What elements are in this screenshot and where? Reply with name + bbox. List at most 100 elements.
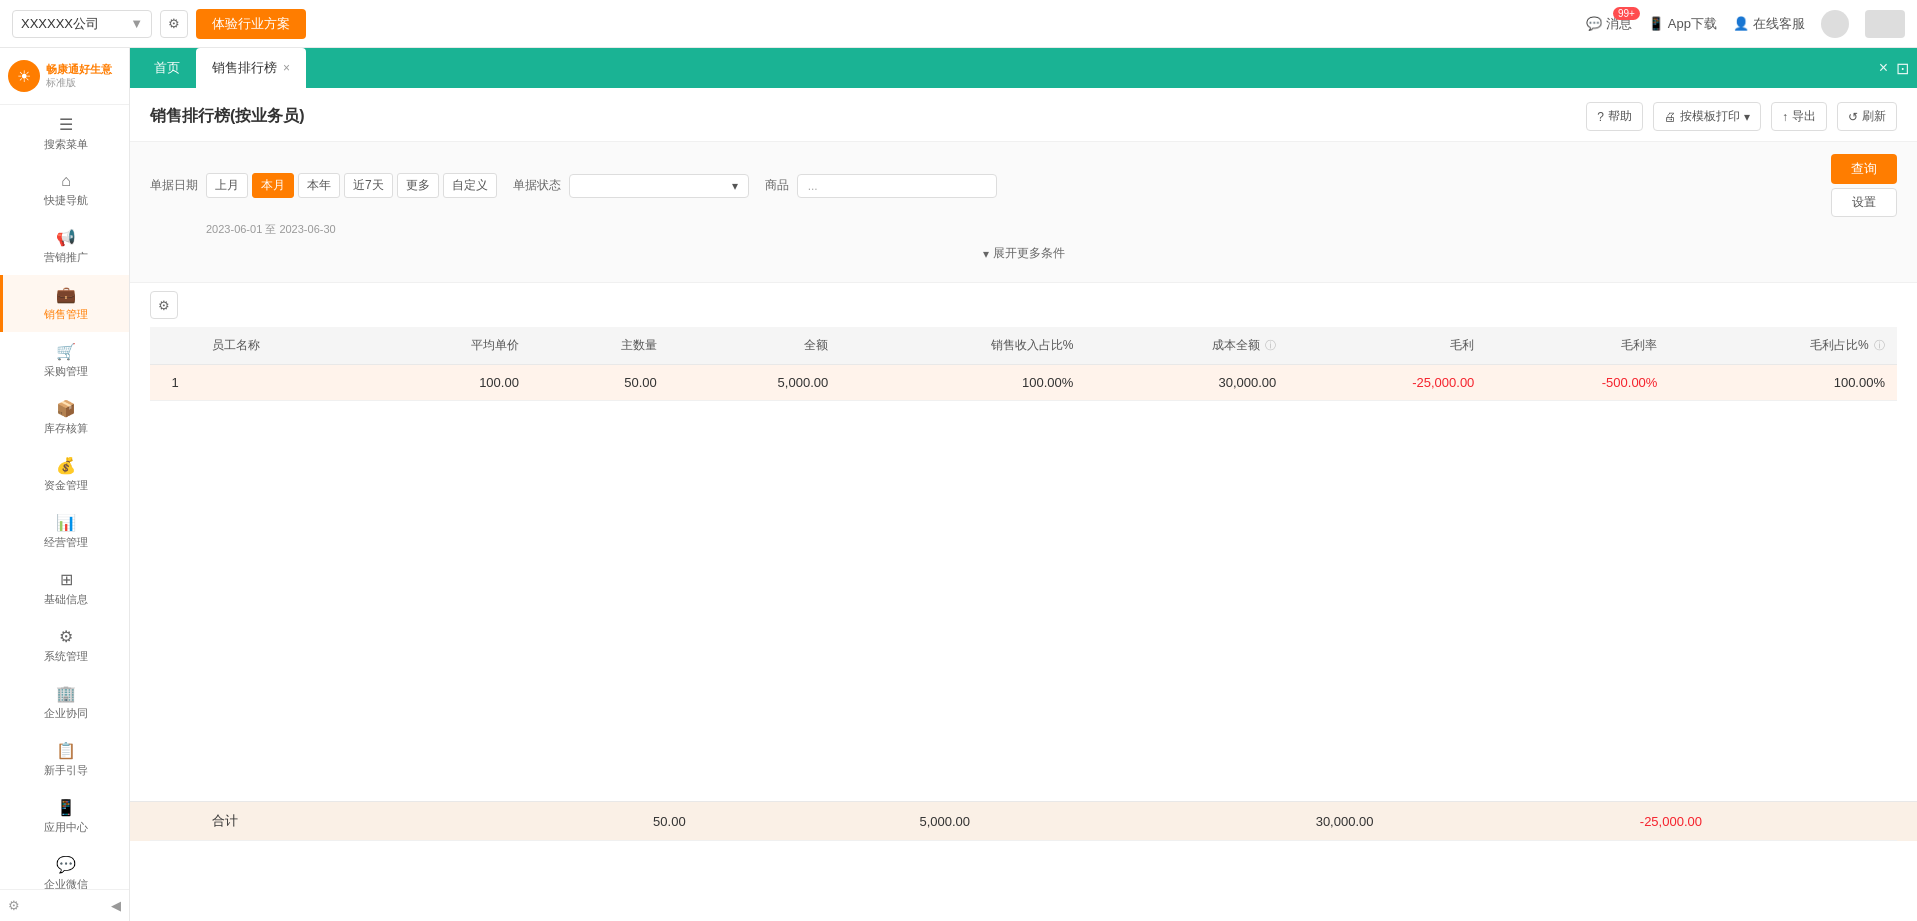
sidebar-item-apps[interactable]: 📱 应用中心 — [0, 788, 129, 845]
table-row[interactable]: 1 100.00 50.00 5,000.00 100.00% 30,000.0… — [150, 365, 1897, 401]
help-button[interactable]: ? 帮助 — [1586, 102, 1643, 131]
total-gross-rate-empty — [1714, 802, 1805, 841]
gross-pct-help-icon[interactable]: ⓘ — [1874, 339, 1885, 351]
status-filter: 单据状态 ▾ — [513, 174, 749, 198]
date-custom-btn[interactable]: 自定义 — [443, 173, 497, 198]
empty-space — [130, 401, 1917, 801]
sidebar-item-enterprise-label: 企业协同 — [44, 706, 88, 721]
col-header-cost: 成本全额 ⓘ — [1085, 327, 1288, 365]
col-header-name: 员工名称 — [200, 327, 365, 365]
col-header-rank — [150, 327, 200, 365]
total-avg-price-empty — [391, 802, 482, 841]
settings-icon[interactable]: ⚙ — [160, 10, 188, 38]
page-settings-button[interactable]: 设置 — [1831, 188, 1897, 217]
tab-sales-ranking[interactable]: 销售排行榜 × — [196, 48, 306, 88]
inventory-icon: 📦 — [56, 399, 76, 418]
sidebar-item-marketing-label: 营销推广 — [44, 250, 88, 265]
user-menu[interactable] — [1865, 10, 1905, 38]
sidebar-item-operations[interactable]: 📊 经营管理 — [0, 503, 129, 560]
tab-maximize-icon[interactable]: ⊡ — [1896, 59, 1909, 78]
app-download-button[interactable]: 📱 App下载 — [1648, 15, 1717, 33]
total-gross: -25,000.00 — [1386, 802, 1714, 841]
finance-icon: 💰 — [56, 456, 76, 475]
search-menu-icon: ☰ — [59, 115, 73, 134]
online-service-button[interactable]: 👤 在线客服 — [1733, 15, 1805, 33]
sidebar-item-purchase-label: 采购管理 — [44, 364, 88, 379]
tab-home[interactable]: 首页 — [138, 48, 196, 88]
print-button[interactable]: 🖨 按模板打印 ▾ — [1653, 102, 1761, 131]
sidebar-item-sales[interactable]: 💼 销售管理 — [0, 275, 129, 332]
logo-area: ☀ 畅康通好生意 标准版 — [0, 48, 129, 105]
sidebar-item-apps-label: 应用中心 — [44, 820, 88, 835]
sidebar-item-basic[interactable]: ⊞ 基础信息 — [0, 560, 129, 617]
cell-gross-pct: 100.00% — [1669, 365, 1897, 401]
goods-filter-label: 商品 — [765, 177, 789, 194]
col-header-amount: 全额 — [669, 327, 840, 365]
refresh-button[interactable]: ↺ 刷新 — [1837, 102, 1897, 131]
date-more-btn[interactable]: 更多 — [397, 173, 439, 198]
trial-button[interactable]: 体验行业方案 — [196, 9, 306, 39]
enterprise-icon: 🏢 — [56, 684, 76, 703]
date-current-month-btn[interactable]: 本月 — [252, 173, 294, 198]
page-content: 销售排行榜(按业务员) ? 帮助 🖨 按模板打印 ▾ ↑ — [130, 88, 1917, 921]
company-selector[interactable]: XXXXXX公司 ▼ — [12, 10, 152, 38]
expand-more-button[interactable]: ▾ 展开更多条件 — [150, 237, 1897, 270]
total-amount: 5,000.00 — [698, 802, 982, 841]
page-actions: ? 帮助 🖨 按模板打印 ▾ ↑ 导出 ↺ — [1586, 102, 1897, 131]
sidebar-item-search[interactable]: ☰ 搜索菜单 — [0, 105, 129, 162]
status-filter-label: 单据状态 — [513, 177, 561, 194]
app-icon: 📱 — [1648, 16, 1664, 31]
col-header-quantity: 主数量 — [531, 327, 669, 365]
sidebar-item-operations-label: 经营管理 — [44, 535, 88, 550]
date-range-display: 2023-06-01 至 2023-06-30 — [206, 223, 336, 235]
export-button[interactable]: ↑ 导出 — [1771, 102, 1827, 131]
date-prev-month-btn[interactable]: 上月 — [206, 173, 248, 198]
avatar[interactable] — [1821, 10, 1849, 38]
goods-filter: 商品 ... — [765, 174, 997, 198]
date-7days-btn[interactable]: 近7天 — [344, 173, 393, 198]
sidebar-collapse-icon[interactable]: ◀ — [111, 898, 121, 913]
refresh-icon: ↺ — [1848, 110, 1858, 124]
query-button[interactable]: 查询 — [1831, 154, 1897, 184]
system-icon: ⚙ — [59, 627, 73, 646]
print-arrow: ▾ — [1744, 110, 1750, 124]
tab-close-icon[interactable]: × — [283, 61, 290, 75]
table-area: ⚙ 员工名称 平均单价 主数量 全额 销售收入占比% — [130, 283, 1917, 401]
sidebar-item-marketing[interactable]: 📢 营销推广 — [0, 218, 129, 275]
date-year-btn[interactable]: 本年 — [298, 173, 340, 198]
sidebar-item-system[interactable]: ⚙ 系统管理 — [0, 617, 129, 674]
logo-icon: ☀ — [8, 60, 40, 92]
goods-input[interactable]: ... — [797, 174, 997, 198]
cell-amount: 5,000.00 — [669, 365, 840, 401]
sidebar-item-finance[interactable]: 💰 资金管理 — [0, 446, 129, 503]
sidebar-gear-icon[interactable]: ⚙ — [8, 898, 20, 913]
sidebar-item-sales-label: 销售管理 — [44, 307, 88, 322]
total-table: 合计 50.00 5,000.00 30,000.00 -25,000.00 — [150, 802, 1897, 841]
col-header-gross: 毛利 — [1288, 327, 1486, 365]
sidebar-item-wechat[interactable]: 💬 企业微信 — [0, 845, 129, 889]
message-button[interactable]: 💬 消息 99+ — [1586, 15, 1632, 33]
sidebar-item-guide[interactable]: 📋 新手引导 — [0, 731, 129, 788]
guide-icon: 📋 — [56, 741, 76, 760]
col-header-avg-price: 平均单价 — [365, 327, 530, 365]
sales-ranking-table: 员工名称 平均单价 主数量 全额 销售收入占比% 成本全额 ⓘ 毛利 — [150, 327, 1897, 401]
date-filter: 单据日期 上月 本月 本年 近7天 更多 自定义 — [150, 173, 497, 198]
logo-text: 畅康通好生意 — [46, 62, 112, 76]
sidebar-item-inventory[interactable]: 📦 库存核算 — [0, 389, 129, 446]
sidebar-item-purchase[interactable]: 🛒 采购管理 — [0, 332, 129, 389]
sidebar-item-quick-nav-label: 快捷导航 — [44, 193, 88, 208]
table-settings-icon[interactable]: ⚙ — [150, 291, 178, 319]
sidebar-item-enterprise[interactable]: 🏢 企业协同 — [0, 674, 129, 731]
tab-bar: 首页 销售排行榜 × × ⊡ — [130, 48, 1917, 88]
total-label: 合计 — [200, 802, 391, 841]
sidebar-item-quick-nav[interactable]: ⌂ 快捷导航 — [0, 162, 129, 218]
page-title: 销售排行榜(按业务员) — [150, 106, 305, 127]
col-header-gross-pct: 毛利占比% ⓘ — [1669, 327, 1897, 365]
status-select[interactable]: ▾ — [569, 174, 749, 198]
tab-minimize-icon[interactable]: × — [1879, 59, 1888, 78]
cost-help-icon[interactable]: ⓘ — [1265, 339, 1276, 351]
expand-label: 展开更多条件 — [993, 245, 1065, 262]
cell-cost: 30,000.00 — [1085, 365, 1288, 401]
goods-placeholder: ... — [808, 179, 818, 193]
marketing-icon: 📢 — [56, 228, 76, 247]
